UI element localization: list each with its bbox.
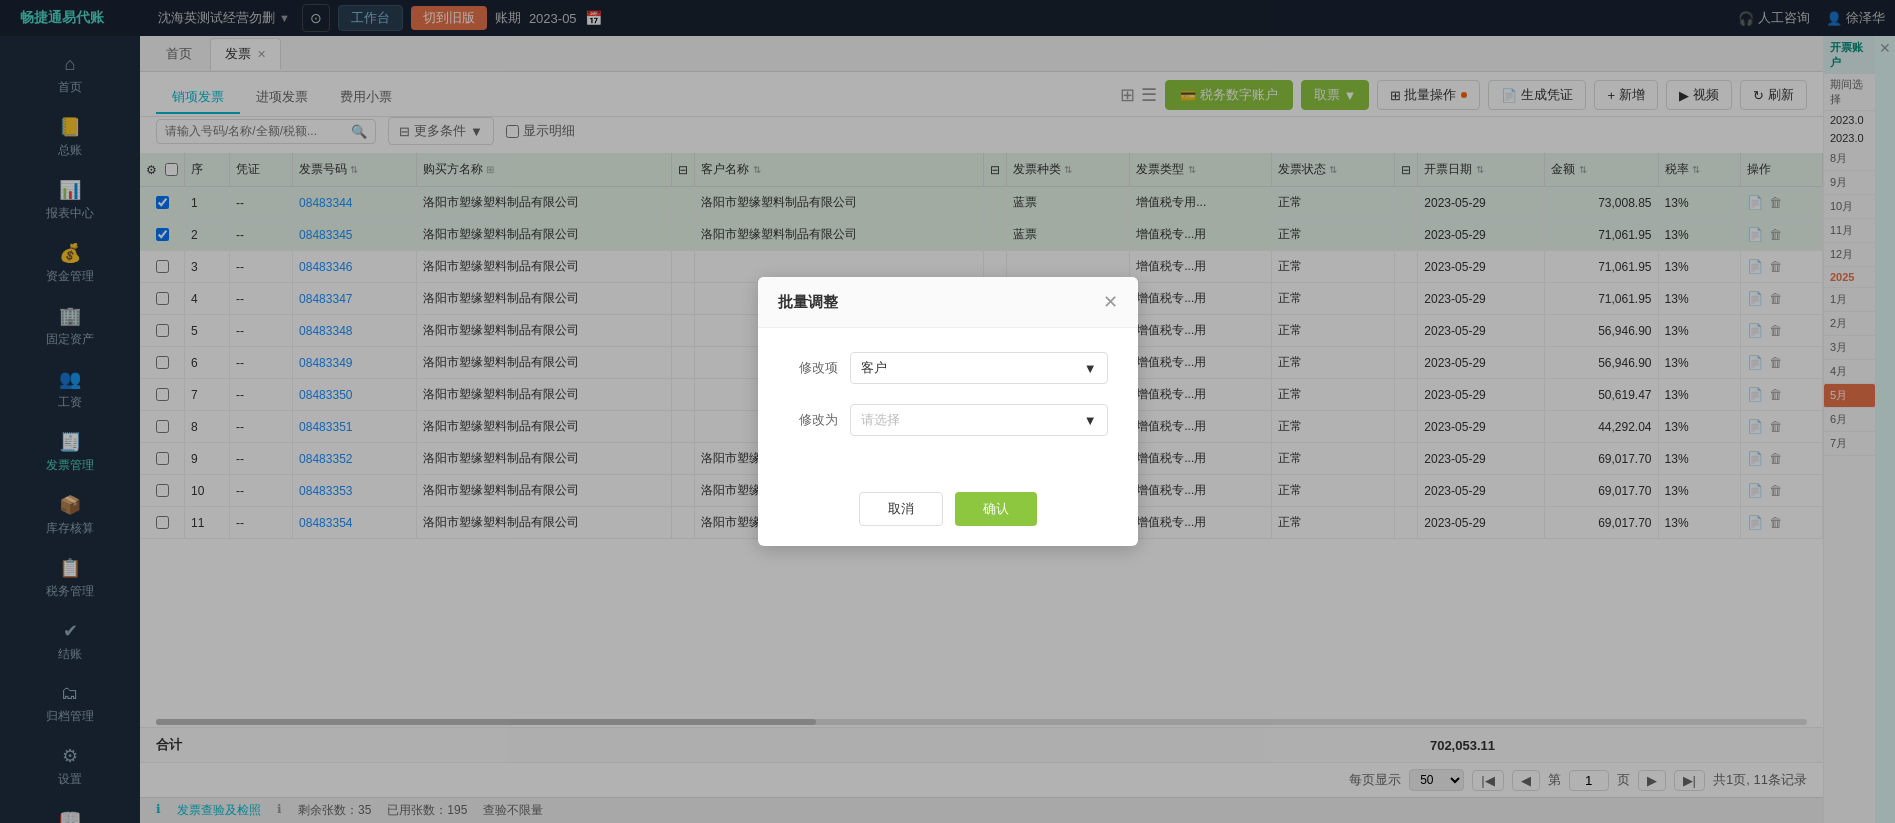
modify-to-chevron-icon: ▼ [1084,413,1097,428]
batch-adjust-modal: 批量调整 ✕ 修改项 客户 ▼ 修改为 请选择 ▼ 取消 确认 [758,277,1138,546]
modify-to-label: 修改为 [788,411,838,429]
modify-field-chevron-icon: ▼ [1084,361,1097,376]
modify-to-select[interactable]: 请选择 ▼ [850,404,1108,436]
modal-body: 修改项 客户 ▼ 修改为 请选择 ▼ [758,328,1138,480]
modal-close-icon[interactable]: ✕ [1103,291,1118,313]
modify-field-row: 修改项 客户 ▼ [788,352,1108,384]
modal-overlay: 批量调整 ✕ 修改项 客户 ▼ 修改为 请选择 ▼ 取消 确认 [0,0,1895,823]
modal-cancel-button[interactable]: 取消 [859,492,943,526]
modal-title: 批量调整 [778,293,838,312]
modify-field-value: 客户 [861,359,887,377]
modify-field-select[interactable]: 客户 ▼ [850,352,1108,384]
modify-field-label: 修改项 [788,359,838,377]
modal-header: 批量调整 ✕ [758,277,1138,328]
modal-footer: 取消 确认 [758,480,1138,546]
modify-to-placeholder: 请选择 [861,411,900,429]
modal-confirm-button[interactable]: 确认 [955,492,1037,526]
modify-to-row: 修改为 请选择 ▼ [788,404,1108,436]
